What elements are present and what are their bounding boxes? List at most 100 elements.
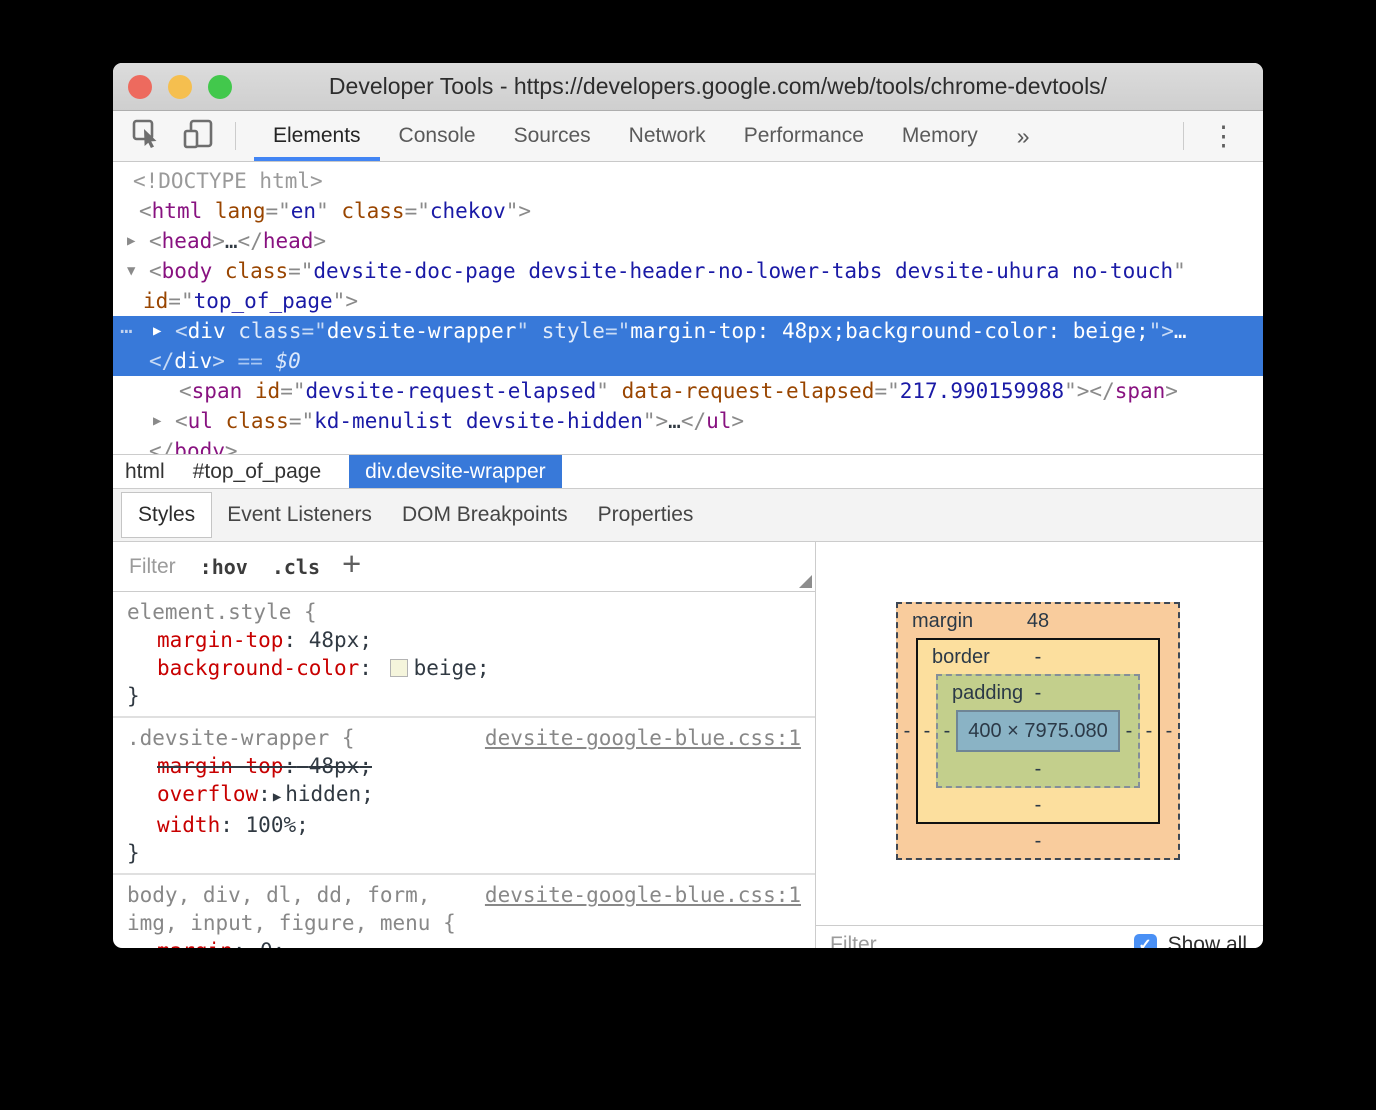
padding-bottom-value[interactable]: - bbox=[938, 752, 1138, 786]
margin-left-value[interactable]: - bbox=[898, 720, 916, 743]
inspect-element-button[interactable] bbox=[131, 111, 161, 161]
rule-selector[interactable]: img, input, figure, menu { bbox=[127, 909, 456, 937]
code-token: </ bbox=[149, 439, 175, 454]
code-token: ul bbox=[706, 409, 732, 433]
breadcrumb-item[interactable]: html bbox=[125, 455, 165, 488]
code-token: =" bbox=[265, 199, 291, 223]
property-value[interactable]: 48px bbox=[309, 754, 360, 778]
expand-value-icon[interactable]: ▶ bbox=[273, 789, 281, 805]
dom-tree-line[interactable]: id="top_of_page"> bbox=[113, 286, 1263, 316]
tab-memory[interactable]: Memory bbox=[883, 111, 997, 161]
minimize-window-button[interactable] bbox=[168, 75, 192, 99]
overflow-dots-icon[interactable]: ⋯ bbox=[120, 316, 134, 346]
style-property[interactable]: margin-top: 48px; bbox=[113, 626, 815, 654]
new-style-rule-button[interactable]: + bbox=[342, 547, 361, 580]
toggle-hover-button[interactable]: :hov bbox=[200, 555, 248, 579]
margin-bottom-value[interactable]: - bbox=[898, 824, 1178, 858]
dom-tree-line[interactable]: ▼ <body class="devsite-doc-page devsite-h… bbox=[113, 256, 1263, 286]
border-left-value[interactable]: - bbox=[918, 720, 936, 743]
more-tabs-button[interactable]: » bbox=[997, 111, 1050, 161]
property-name[interactable]: margin-top bbox=[157, 754, 283, 778]
twisty-icon[interactable]: ▶ bbox=[153, 316, 161, 346]
property-semicolon: ; bbox=[296, 813, 309, 837]
twisty-icon[interactable]: ▶ bbox=[127, 226, 135, 256]
dom-tree-line[interactable]: ⋯ ▶ <div class="devsite-wrapper" style="ma… bbox=[113, 316, 1263, 346]
tab-sources[interactable]: Sources bbox=[495, 111, 610, 161]
property-value[interactable]: beige bbox=[414, 656, 477, 680]
style-property[interactable]: width: 100%; bbox=[113, 811, 815, 839]
code-token: =" bbox=[288, 259, 314, 283]
property-value[interactable]: hidden bbox=[285, 782, 361, 806]
styles-filter-input[interactable]: Filter bbox=[129, 555, 176, 579]
property-name[interactable]: margin bbox=[157, 939, 233, 948]
code-token: span bbox=[191, 379, 243, 403]
dom-tree-line[interactable]: <span id="devsite-request-elapsed" data-… bbox=[113, 376, 1263, 406]
stylesheet-link[interactable]: devsite-google-blue.css:1 bbox=[485, 724, 801, 752]
dom-tree-line[interactable]: </body> bbox=[113, 436, 1263, 454]
box-model-content[interactable]: 400 × 7975.080 bbox=[956, 710, 1120, 752]
border-bottom-value[interactable]: - bbox=[918, 788, 1158, 822]
property-value[interactable]: 100% bbox=[246, 813, 297, 837]
property-name[interactable]: overflow bbox=[157, 782, 258, 806]
box-model-margin[interactable]: margin 48 - border - - padding - - 400 ×… bbox=[896, 602, 1180, 860]
tab-network[interactable]: Network bbox=[610, 111, 725, 161]
expand-value-icon[interactable]: ▶ bbox=[248, 946, 256, 948]
padding-right-value[interactable]: - bbox=[1120, 720, 1138, 743]
dom-tree-line[interactable]: ▶ <head>…</head> bbox=[113, 226, 1263, 256]
twisty-icon[interactable]: ▼ bbox=[127, 256, 135, 286]
show-all-checkbox[interactable]: ✓ bbox=[1133, 933, 1157, 948]
style-property[interactable]: overflow: ▶ hidden; bbox=[113, 780, 815, 811]
computed-filter-input[interactable]: Filter bbox=[830, 933, 877, 948]
box-model-diagram: margin 48 - border - - padding - - 400 ×… bbox=[896, 602, 1180, 860]
style-property[interactable]: margin:▶ 0; bbox=[113, 937, 815, 948]
code-token: </ bbox=[237, 229, 263, 253]
resize-grip-icon[interactable] bbox=[799, 575, 812, 588]
style-property[interactable]: background-color: beige; bbox=[113, 654, 815, 682]
code-token: > bbox=[313, 229, 327, 253]
breadcrumb-item[interactable]: div.devsite-wrapper bbox=[349, 455, 562, 488]
margin-label: margin bbox=[912, 609, 974, 632]
dom-tree-line[interactable]: <!DOCTYPE html> bbox=[113, 166, 1263, 196]
dom-tree-line[interactable]: </div> == $0 bbox=[113, 346, 1263, 376]
property-name[interactable]: width bbox=[157, 813, 220, 837]
code-token: "> bbox=[1064, 379, 1090, 403]
margin-right-value[interactable]: - bbox=[1160, 720, 1178, 743]
code-token: span bbox=[1114, 379, 1166, 403]
kebab-menu-icon[interactable]: ⋮ bbox=[1184, 111, 1263, 161]
property-value[interactable]: 0 bbox=[260, 939, 273, 948]
box-model-padding[interactable]: padding - - 400 × 7975.080 - - bbox=[936, 674, 1140, 788]
property-name[interactable]: background-color bbox=[157, 656, 359, 680]
toggle-class-button[interactable]: .cls bbox=[272, 555, 320, 579]
property-value[interactable]: 48px bbox=[309, 628, 360, 652]
padding-left-value[interactable]: - bbox=[938, 720, 956, 743]
dom-tree-line[interactable]: ▶ <ul class="kd-menulist devsite-hidden">… bbox=[113, 406, 1263, 436]
dom-tree-line[interactable]: <html lang="en" class="chekov"> bbox=[113, 196, 1263, 226]
tab-performance[interactable]: Performance bbox=[725, 111, 883, 161]
zoom-window-button[interactable] bbox=[208, 75, 232, 99]
code-token: =" bbox=[604, 319, 631, 343]
tab-elements[interactable]: Elements bbox=[254, 111, 380, 161]
selector-line: img, input, figure, menu { bbox=[113, 909, 815, 937]
close-window-button[interactable] bbox=[128, 75, 152, 99]
rule-separator bbox=[113, 716, 815, 718]
box-model-border[interactable]: border - - padding - - 400 × 7975.080 - … bbox=[916, 638, 1160, 824]
sidebar-tab-event-listeners[interactable]: Event Listeners bbox=[212, 489, 387, 541]
property-name[interactable]: margin-top bbox=[157, 628, 283, 652]
stylesheet-link[interactable]: devsite-google-blue.css:1 bbox=[485, 881, 801, 909]
code-token: </ bbox=[1089, 379, 1115, 403]
color-swatch[interactable] bbox=[389, 659, 408, 677]
breadcrumb-item[interactable]: #top_of_page bbox=[193, 455, 321, 488]
rule-selector[interactable]: element.style { bbox=[127, 598, 317, 626]
tab-console[interactable]: Console bbox=[380, 111, 495, 161]
twisty-icon[interactable]: ▶ bbox=[153, 406, 161, 436]
style-property[interactable]: margin-top: 48px; bbox=[113, 752, 815, 780]
sidebar-tab-styles[interactable]: Styles bbox=[121, 492, 213, 538]
rule-selector[interactable]: .devsite-wrapper { bbox=[127, 724, 355, 752]
sidebar-tab-properties[interactable]: Properties bbox=[583, 489, 709, 541]
sidebar-tab-dom-breakpoints[interactable]: DOM Breakpoints bbox=[387, 489, 583, 541]
rule-selector[interactable]: body, div, dl, dd, form, bbox=[127, 881, 430, 909]
border-right-value[interactable]: - bbox=[1140, 720, 1158, 743]
device-toolbar-button[interactable] bbox=[183, 111, 213, 161]
